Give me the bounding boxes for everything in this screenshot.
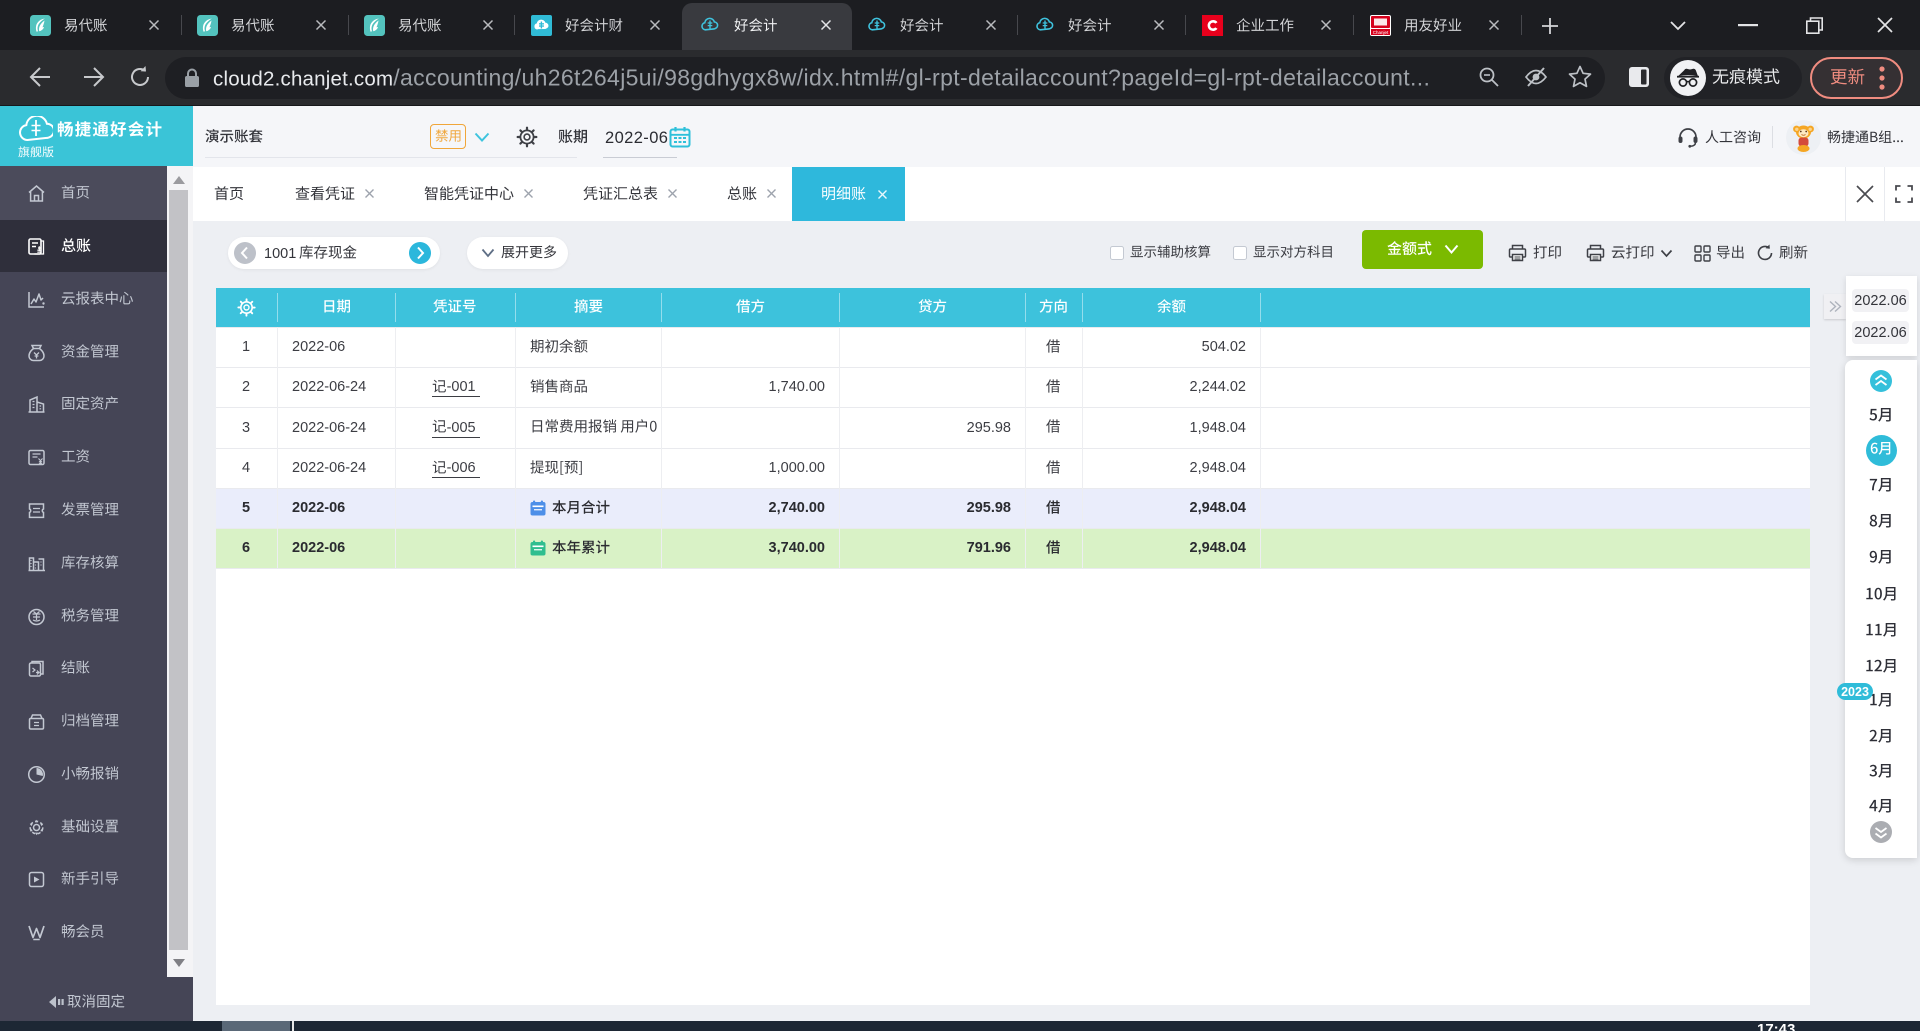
svg-text:Chanjet: Chanjet — [1373, 30, 1389, 35]
